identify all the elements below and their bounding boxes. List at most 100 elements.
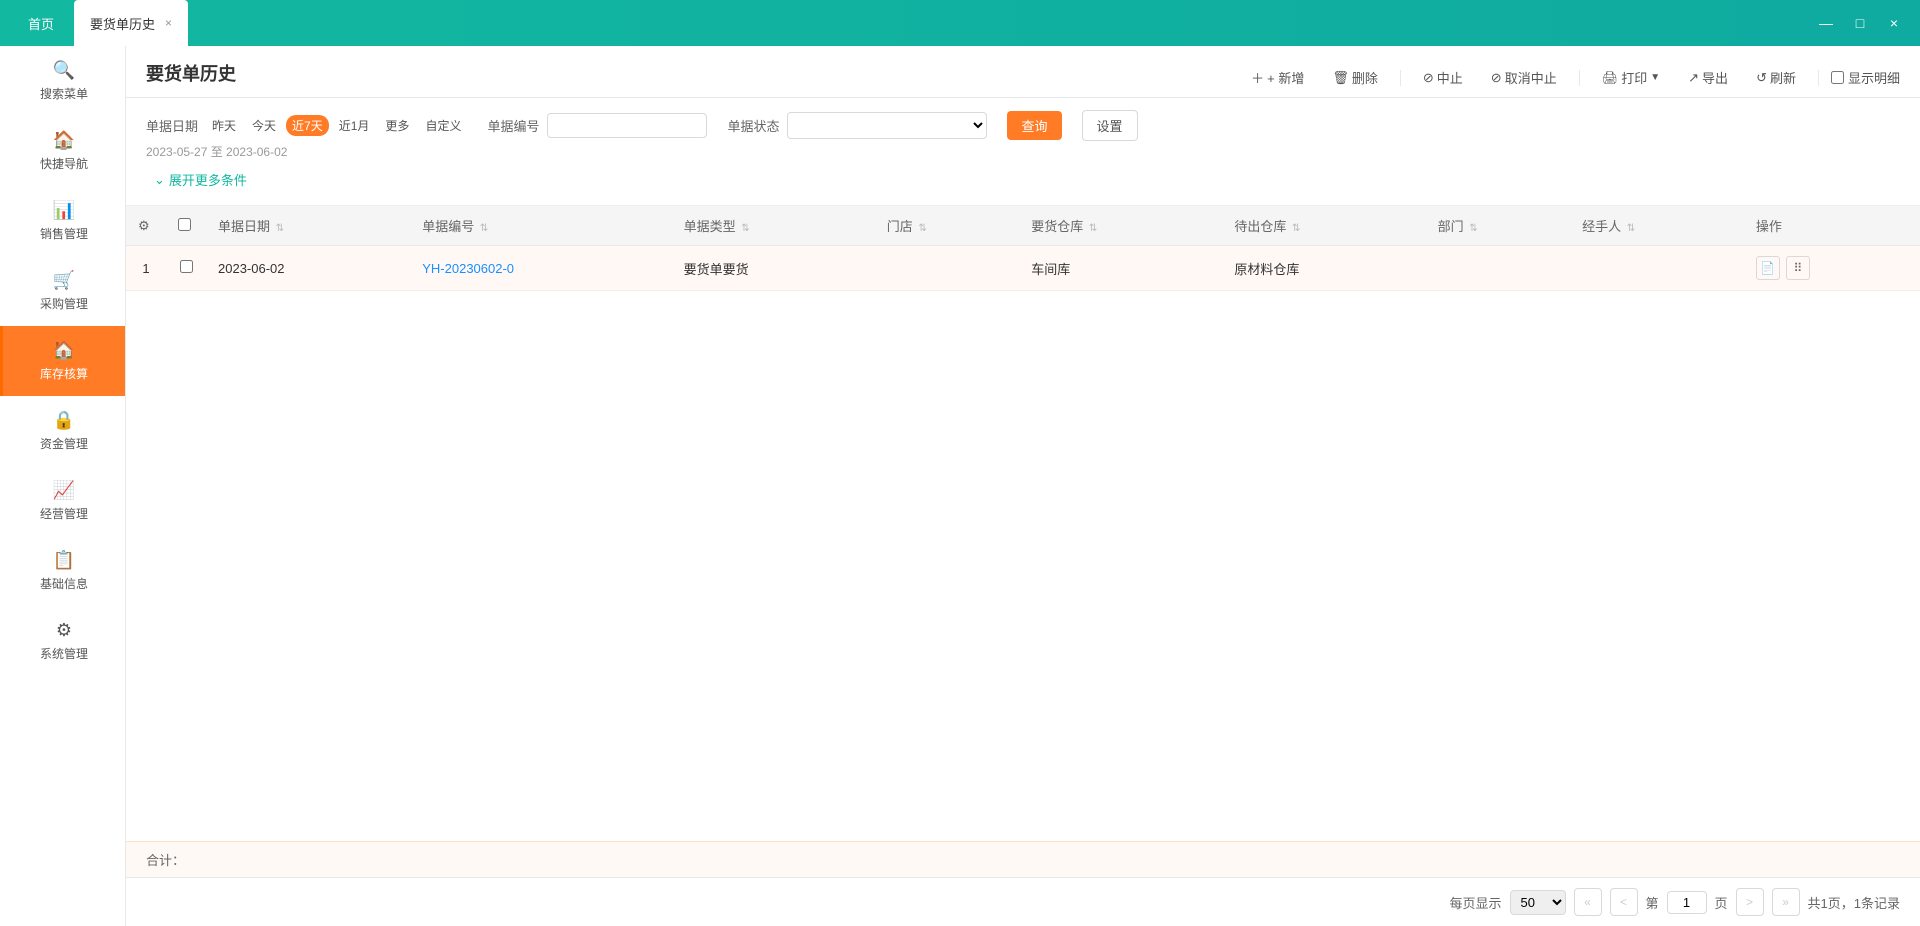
sidebar-item-operations-label: 经营管理 (40, 505, 88, 522)
row-date: 2023-06-02 (206, 246, 410, 291)
first-page-btn[interactable]: « (1574, 888, 1602, 916)
stop-label: 中止 (1437, 68, 1463, 87)
sidebar-item-sales-label: 销售管理 (40, 225, 88, 242)
delete-icon: 🗑 (1332, 70, 1349, 86)
page-input[interactable] (1667, 891, 1707, 914)
filter-row: 单据日期 昨天 今天 近7天 近1月 更多 自定义 (146, 110, 1900, 141)
tab-close-icon[interactable]: × (165, 16, 172, 30)
sidebar-item-finance[interactable]: 🔒 资金管理 (0, 396, 125, 466)
select-all-checkbox[interactable] (178, 218, 191, 231)
th-actions: 操作 (1744, 206, 1920, 246)
th-handler: 经手人 ⇅ (1570, 206, 1744, 246)
sidebar-item-quicknav-label: 快捷导航 (40, 155, 88, 172)
cancel-stop-icon: ⊘ (1491, 70, 1502, 86)
sort-date-icon: ⇅ (276, 223, 284, 234)
search-icon: 🔍 (53, 60, 75, 81)
page-title: 要货单历史 (146, 60, 236, 86)
sidebar-item-sales[interactable]: 📊 销售管理 (0, 186, 125, 256)
query-button[interactable]: 查询 (1007, 111, 1061, 140)
date-btn-today[interactable]: 今天 (246, 115, 282, 136)
sidebar-item-basicinfo[interactable]: 📋 基础信息 (0, 536, 125, 606)
export-label: 导出 (1702, 68, 1728, 87)
export-button[interactable]: ↗ 导出 (1678, 64, 1738, 91)
date-btn-more[interactable]: 更多 (379, 115, 415, 136)
row-checkbox[interactable] (180, 260, 193, 273)
refresh-button[interactable]: ↺ 刷新 (1746, 64, 1806, 91)
sort-outwh-icon: ⇅ (1292, 223, 1300, 234)
row-more-btn[interactable]: ⠿ (1786, 256, 1810, 280)
date-btn-1month[interactable]: 近1月 (333, 115, 376, 136)
expand-more-btn[interactable]: ⌄ 展开更多条件 (146, 166, 1900, 193)
sort-doctype-icon: ⇅ (741, 223, 749, 234)
sidebar-item-search[interactable]: 🔍 搜索菜单 (0, 46, 125, 116)
next-page-btn[interactable]: > (1736, 888, 1764, 916)
delete-label: 删除 (1352, 68, 1378, 87)
sort-handler-icon: ⇅ (1627, 223, 1635, 234)
sales-icon: 📊 (53, 200, 75, 221)
tab-active[interactable]: 要货单历史 × (74, 0, 188, 46)
sidebar-item-inventory[interactable]: 🏠 库存核算 (0, 326, 125, 396)
page-size-select[interactable]: 50 100 (1510, 890, 1566, 915)
sidebar-item-search-label: 搜索菜单 (40, 85, 88, 102)
row-edit-btn[interactable]: 📄 (1756, 256, 1780, 280)
main-area: 🔍 搜索菜单 🏠 快捷导航 📊 销售管理 🛒 采购管理 🏠 库存核算 🔒 (0, 46, 1920, 926)
date-btn-7days[interactable]: 近7天 (286, 115, 329, 136)
show-detail-toggle[interactable]: 显示明细 (1831, 68, 1900, 87)
tab-active-label: 要货单历史 (90, 14, 155, 33)
show-detail-checkbox[interactable] (1831, 71, 1844, 84)
th-doctype: 单据类型 ⇅ (672, 206, 875, 246)
status-select[interactable] (787, 112, 987, 139)
page-header: 要货单历史 ＋ + 新增 🗑 删除 (126, 46, 1920, 98)
home-icon: 🏠 (53, 130, 75, 151)
sidebar-item-purchase[interactable]: 🛒 采购管理 (0, 256, 125, 326)
date-btn-custom[interactable]: 自定义 (419, 115, 467, 136)
filter-date-group: 单据日期 昨天 今天 近7天 近1月 更多 自定义 (146, 115, 467, 136)
window-maximize-btn[interactable]: □ (1846, 9, 1874, 37)
tab-home[interactable]: 首页 (12, 0, 70, 46)
sidebar-item-finance-label: 资金管理 (40, 435, 88, 452)
sidebar-item-quicknav[interactable]: 🏠 快捷导航 (0, 116, 125, 186)
sidebar-item-operations[interactable]: 📈 经营管理 (0, 466, 125, 536)
page-content: ⚙ 单据日期 ⇅ 单据编号 (126, 206, 1920, 926)
window-close-btn[interactable]: × (1880, 9, 1908, 37)
finance-icon: 🔒 (53, 410, 75, 431)
settings-button[interactable]: 设置 (1082, 110, 1138, 141)
refresh-icon: ↺ (1756, 70, 1767, 86)
stop-button[interactable]: ⊘ 中止 (1413, 64, 1473, 91)
table-body: 1 2023-06-02 YH-20230602-0 要货单要货 车间库 原材料… (126, 246, 1920, 291)
system-icon: ⚙ (56, 620, 72, 641)
th-reqwarehouse: 要货仓库 ⇅ (1019, 206, 1222, 246)
row-dept (1426, 246, 1571, 291)
top-bar-actions: — □ × (1812, 9, 1908, 37)
prev-page-btn[interactable]: < (1610, 888, 1638, 916)
expand-icon: ⌄ (154, 172, 165, 188)
checkbox-th (166, 206, 206, 246)
settings-col-th[interactable]: ⚙ (126, 206, 166, 246)
window-minimize-btn[interactable]: — (1812, 9, 1840, 37)
print-label: 打印 (1621, 68, 1647, 87)
th-store: 门店 ⇅ (875, 206, 1020, 246)
docnum-input[interactable] (547, 113, 707, 138)
new-button[interactable]: ＋ + 新增 (1241, 64, 1314, 91)
sidebar-item-system[interactable]: ⚙ 系统管理 (0, 606, 125, 676)
delete-button[interactable]: 🗑 删除 (1322, 64, 1388, 91)
page-end-label: 页 (1715, 893, 1728, 912)
cancel-stop-button[interactable]: ⊘ 取消中止 (1481, 64, 1567, 91)
show-detail-label: 显示明细 (1848, 68, 1900, 87)
filter-area: 单据日期 昨天 今天 近7天 近1月 更多 自定义 (126, 98, 1920, 206)
row-store (875, 246, 1020, 291)
doc-link[interactable]: YH-20230602-0 (422, 261, 514, 276)
content-inner: 要货单历史 ＋ + 新增 🗑 删除 (126, 46, 1920, 926)
operations-icon: 📈 (53, 480, 75, 501)
th-dept: 部门 ⇅ (1426, 206, 1571, 246)
date-btn-yesterday[interactable]: 昨天 (206, 115, 242, 136)
sidebar-item-purchase-label: 采购管理 (40, 295, 88, 312)
purchase-icon: 🛒 (53, 270, 75, 291)
divider-3 (1818, 70, 1819, 86)
print-button[interactable]: 🖨 打印 ▼ (1592, 64, 1670, 91)
print-icon: 🖨 (1602, 70, 1619, 86)
inventory-icon: 🏠 (53, 340, 75, 361)
page-label: 第 (1646, 893, 1659, 912)
last-page-btn[interactable]: » (1772, 888, 1800, 916)
date-filter-label: 单据日期 (146, 116, 198, 135)
